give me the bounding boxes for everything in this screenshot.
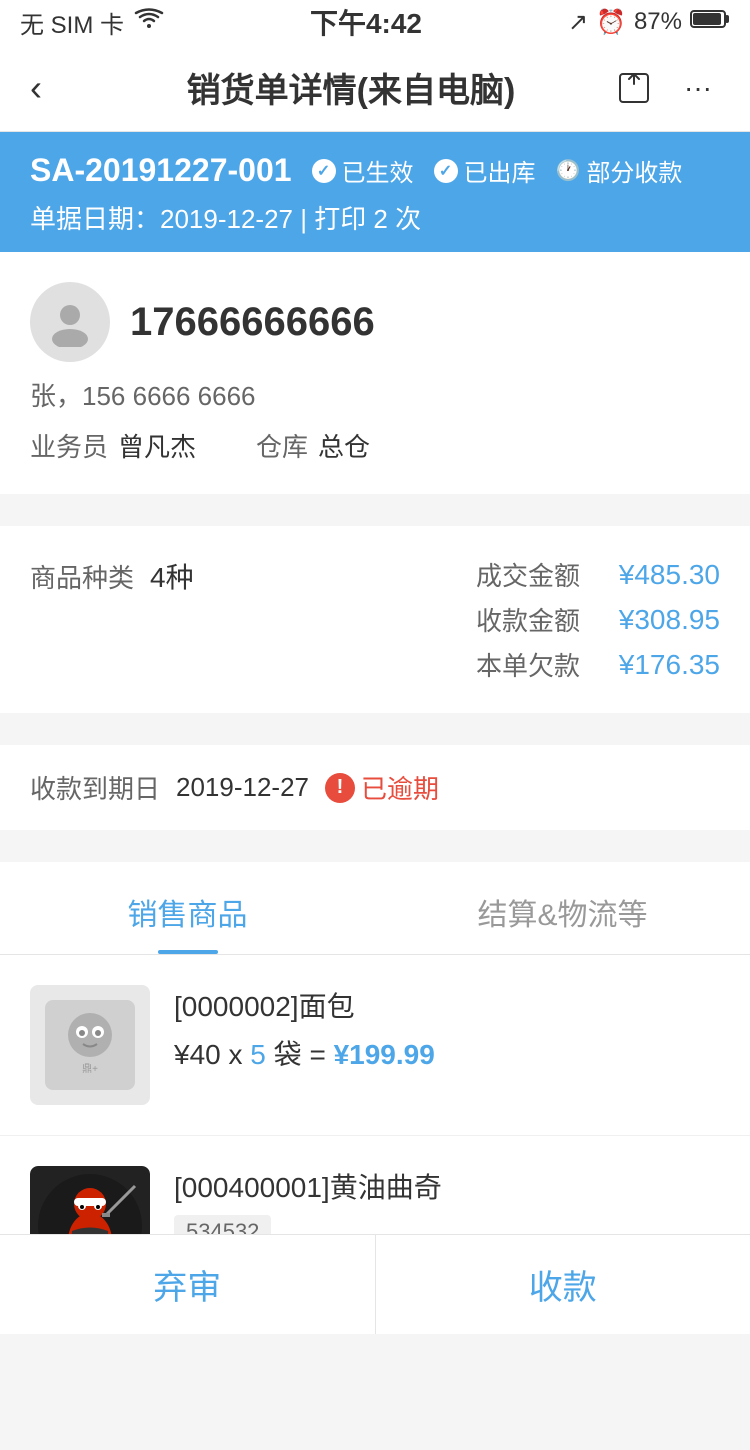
bottom-bar: 弃审 收款 [0,1234,750,1334]
stat-label-2: 本单欠款 [476,646,580,683]
stats-row: 商品种类 4种 成交金额 ¥485.30 收款金额 ¥308.95 本单欠款 ¥… [30,556,720,683]
customer-meta: 业务员 曾凡杰 仓库 总仓 [30,427,720,464]
document-date: 单据日期：2019-12-27 | 打印 2 次 [30,199,720,236]
status-badge-3: 🕐 部分收款 [556,153,683,188]
status-bar: 无 SIM 卡 下午4:42 ↗ ⏰ 87% [0,0,750,44]
nav-actions: ··· [612,66,720,110]
product-price-row-1: ¥40 x 5 袋 = ¥199.99 [174,1033,720,1073]
customer-row: 17666666666 [30,282,720,362]
stat-value-1: ¥308.95 [600,604,720,636]
divider-2 [0,729,750,745]
due-label: 收款到期日 [30,769,160,806]
category-label: 商品种类 [30,558,134,595]
stat-value-0: ¥485.30 [600,559,720,591]
status-badge-1: ✓ 已生效 [312,153,414,188]
due-date: 2019-12-27 [176,772,309,803]
stat-value-2: ¥176.35 [600,649,720,681]
sim-status: 无 SIM 卡 [20,5,124,40]
order-number: SA-20191227-001 [30,152,292,189]
banner-row1: SA-20191227-001 ✓ 已生效 ✓ 已出库 🕐 部分收款 [30,152,720,189]
check-icon-2: ✓ [434,159,458,183]
overdue-icon: ! [325,773,355,803]
tab-settlement[interactable]: 结算&物流等 [375,862,750,954]
product-total-1: ¥199.99 [334,1039,435,1070]
collect-button[interactable]: 收款 [376,1235,750,1334]
clock-icon: 🕐 [556,158,581,183]
status-badge-2: ✓ 已出库 [434,153,536,188]
category-value: 4种 [150,556,194,596]
alarm-icon: ⏰ [596,8,626,37]
svg-text:鼎+: 鼎+ [82,1063,98,1075]
reject-button[interactable]: 弃审 [0,1235,376,1334]
customer-section: 17666666666 张，156 6666 6666 业务员 曾凡杰 仓库 总… [0,252,750,494]
tabs-row: 销售商品 结算&物流等 [0,862,750,955]
header-banner: SA-20191227-001 ✓ 已生效 ✓ 已出库 🕐 部分收款 单据日期：… [0,132,750,252]
product-info-1: [0000002]面包 ¥40 x 5 袋 = ¥199.99 [174,985,720,1073]
stats-left: 商品种类 4种 [30,556,194,596]
salesperson-info: 业务员 曾凡杰 [30,427,196,464]
share-button[interactable] [612,66,656,110]
stats-right: 成交金额 ¥485.30 收款金额 ¥308.95 本单欠款 ¥176.35 [476,556,720,683]
more-button[interactable]: ··· [676,66,720,110]
stats-section: 商品种类 4种 成交金额 ¥485.30 收款金额 ¥308.95 本单欠款 ¥… [0,526,750,713]
product-qty-1: 5 [250,1039,266,1070]
tab-sales-products[interactable]: 销售商品 [0,862,375,954]
stat-label-1: 收款金额 [476,601,580,638]
salesperson-value: 曾凡杰 [118,427,196,464]
warehouse-info: 仓库 总仓 [256,427,370,464]
product-price-1: ¥40 [174,1039,221,1070]
customer-id: 17666666666 [130,300,375,345]
battery-icon [690,8,730,37]
product-name-1: [0000002]面包 [174,985,720,1025]
divider-1 [0,510,750,526]
stat-item-0: 成交金额 ¥485.30 [476,556,720,593]
stat-item-2: 本单欠款 ¥176.35 [476,646,720,683]
customer-contact: 张，156 6666 6666 [30,376,720,413]
due-section: 收款到期日 2019-12-27 ! 已逾期 [0,745,750,830]
status-right: ↗ ⏰ 87% [568,8,730,37]
overdue-text: 已逾期 [361,769,439,806]
location-icon: ↗ [568,8,588,37]
status-time: 下午4:42 [310,2,422,42]
warehouse-value: 总仓 [318,427,370,464]
product-thumb-1: 鼎+ [30,985,150,1105]
avatar [30,282,110,362]
back-button[interactable]: ‹ [30,67,90,109]
nav-bar: ‹ 销货单详情(来自电脑) ··· [0,44,750,132]
bottom-spacer [0,1330,750,1450]
warehouse-label: 仓库 [256,427,308,464]
stat-label-0: 成交金额 [476,556,580,593]
check-icon-1: ✓ [312,159,336,183]
overdue-badge: ! 已逾期 [325,769,439,806]
battery-level: 87% [634,8,682,36]
page-title: 销货单详情(来自电脑) [90,63,612,112]
product-name-2: [000400001]黄油曲奇 [174,1166,720,1206]
product-item-1: 鼎+ [0000002]面包 ¥40 x 5 袋 = ¥199.99 [0,955,750,1136]
stat-item-1: 收款金额 ¥308.95 [476,601,720,638]
product-unit-1: 袋 [274,1039,302,1070]
status-left: 无 SIM 卡 [20,5,164,40]
tabs-section: 销售商品 结算&物流等 [0,862,750,955]
salesperson-label: 业务员 [30,427,108,464]
wifi-icon [134,8,164,37]
divider-3 [0,846,750,862]
